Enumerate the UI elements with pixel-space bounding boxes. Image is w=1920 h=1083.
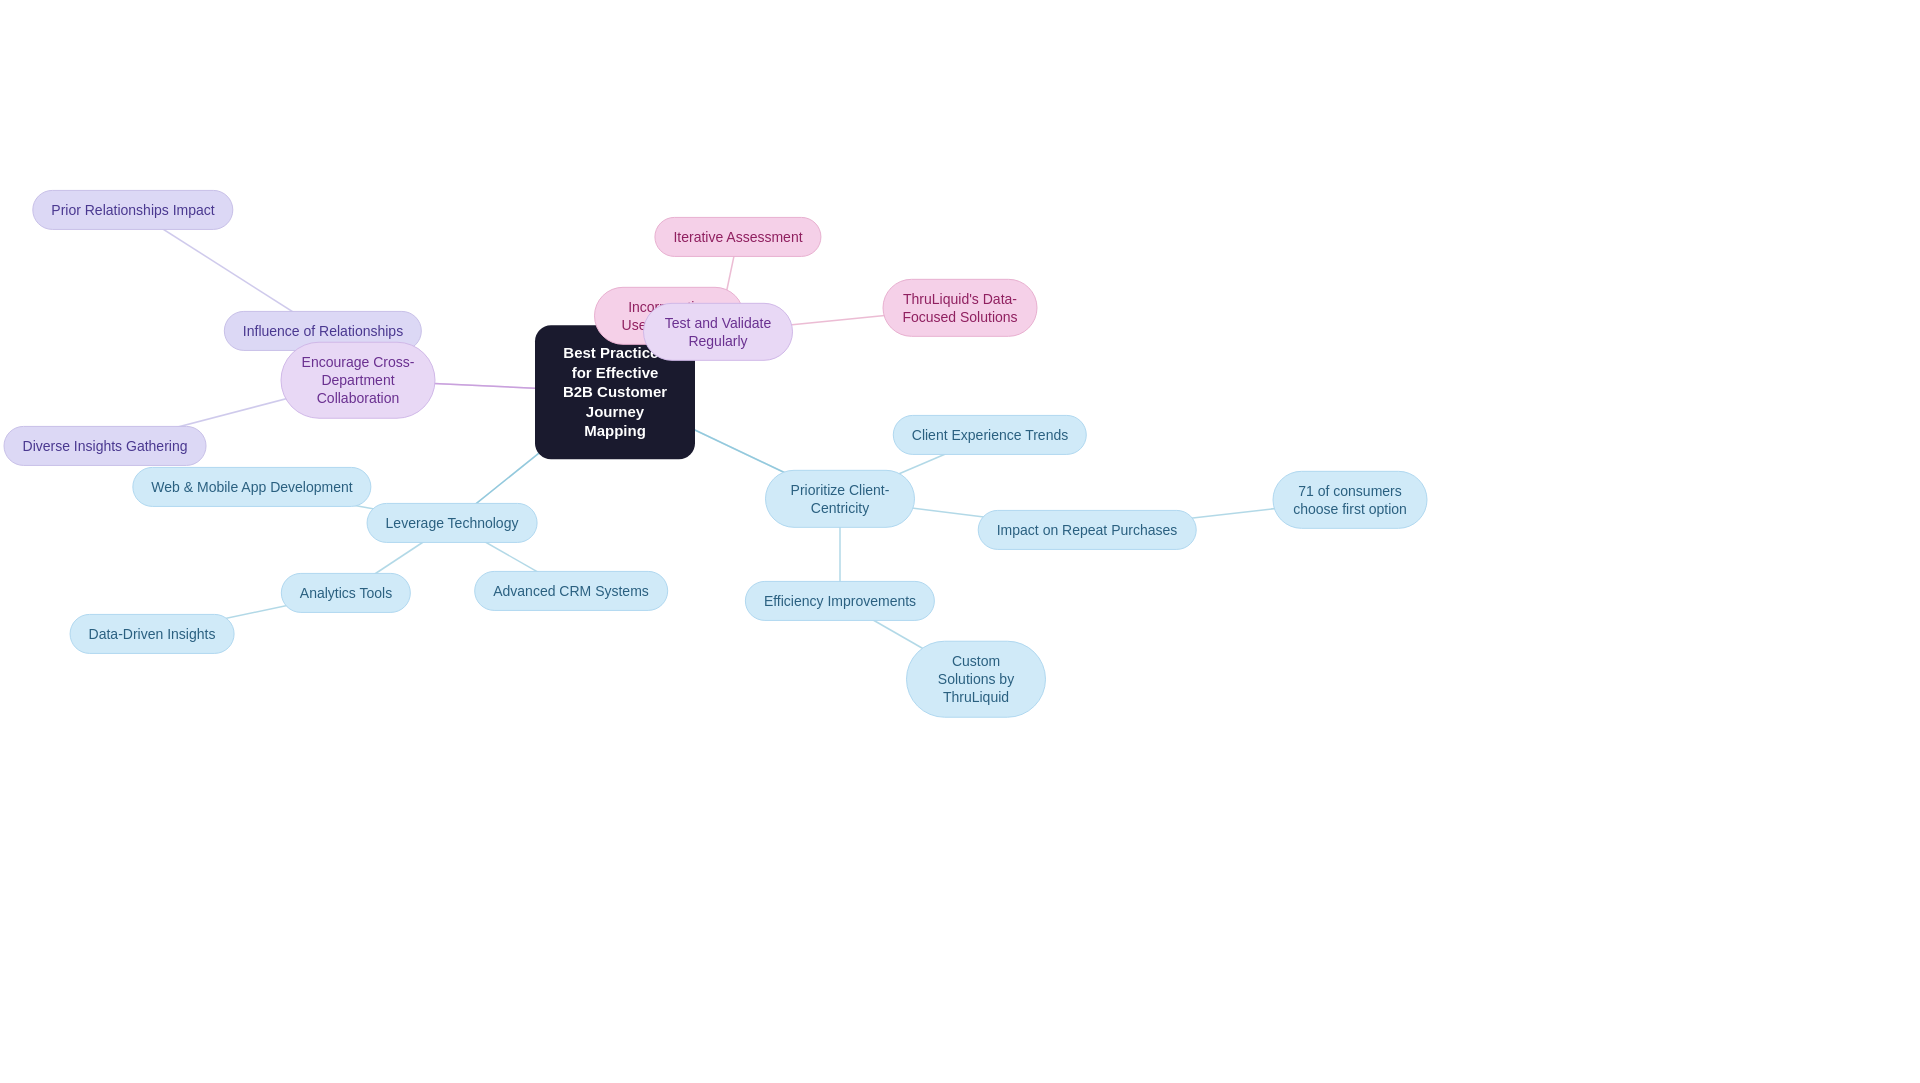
node-client-experience[interactable]: Client Experience Trends xyxy=(893,415,1087,455)
node-data-driven[interactable]: Data-Driven Insights xyxy=(70,614,235,654)
node-test-validate[interactable]: Test and Validate Regularly xyxy=(643,303,793,361)
node-diverse-insights[interactable]: Diverse Insights Gathering xyxy=(4,426,207,466)
node-analytics-tools[interactable]: Analytics Tools xyxy=(281,573,411,613)
node-custom-solutions[interactable]: Custom Solutions by ThruLiquid xyxy=(906,641,1046,718)
mindmap-container: Best Practices for Effective B2B Custome… xyxy=(0,0,1920,1083)
node-thruliquid-data[interactable]: ThruLiquid's Data-Focused Solutions xyxy=(883,279,1038,337)
node-advanced-crm[interactable]: Advanced CRM Systems xyxy=(474,571,668,611)
node-leverage-tech[interactable]: Leverage Technology xyxy=(367,503,538,543)
connections-svg xyxy=(0,0,1920,1083)
node-encourage-cross[interactable]: Encourage Cross-Department Collaboration xyxy=(281,342,436,419)
node-web-mobile[interactable]: Web & Mobile App Development xyxy=(132,467,371,507)
node-impact-repeat[interactable]: Impact on Repeat Purchases xyxy=(978,510,1197,550)
node-iterative-assessment[interactable]: Iterative Assessment xyxy=(654,217,821,257)
node-71-consumers[interactable]: 71 of consumers choose first option xyxy=(1273,471,1428,529)
node-prior-relationships[interactable]: Prior Relationships Impact xyxy=(32,190,233,230)
node-prioritize-client[interactable]: Prioritize Client-Centricity xyxy=(765,470,915,528)
node-efficiency[interactable]: Efficiency Improvements xyxy=(745,581,935,621)
